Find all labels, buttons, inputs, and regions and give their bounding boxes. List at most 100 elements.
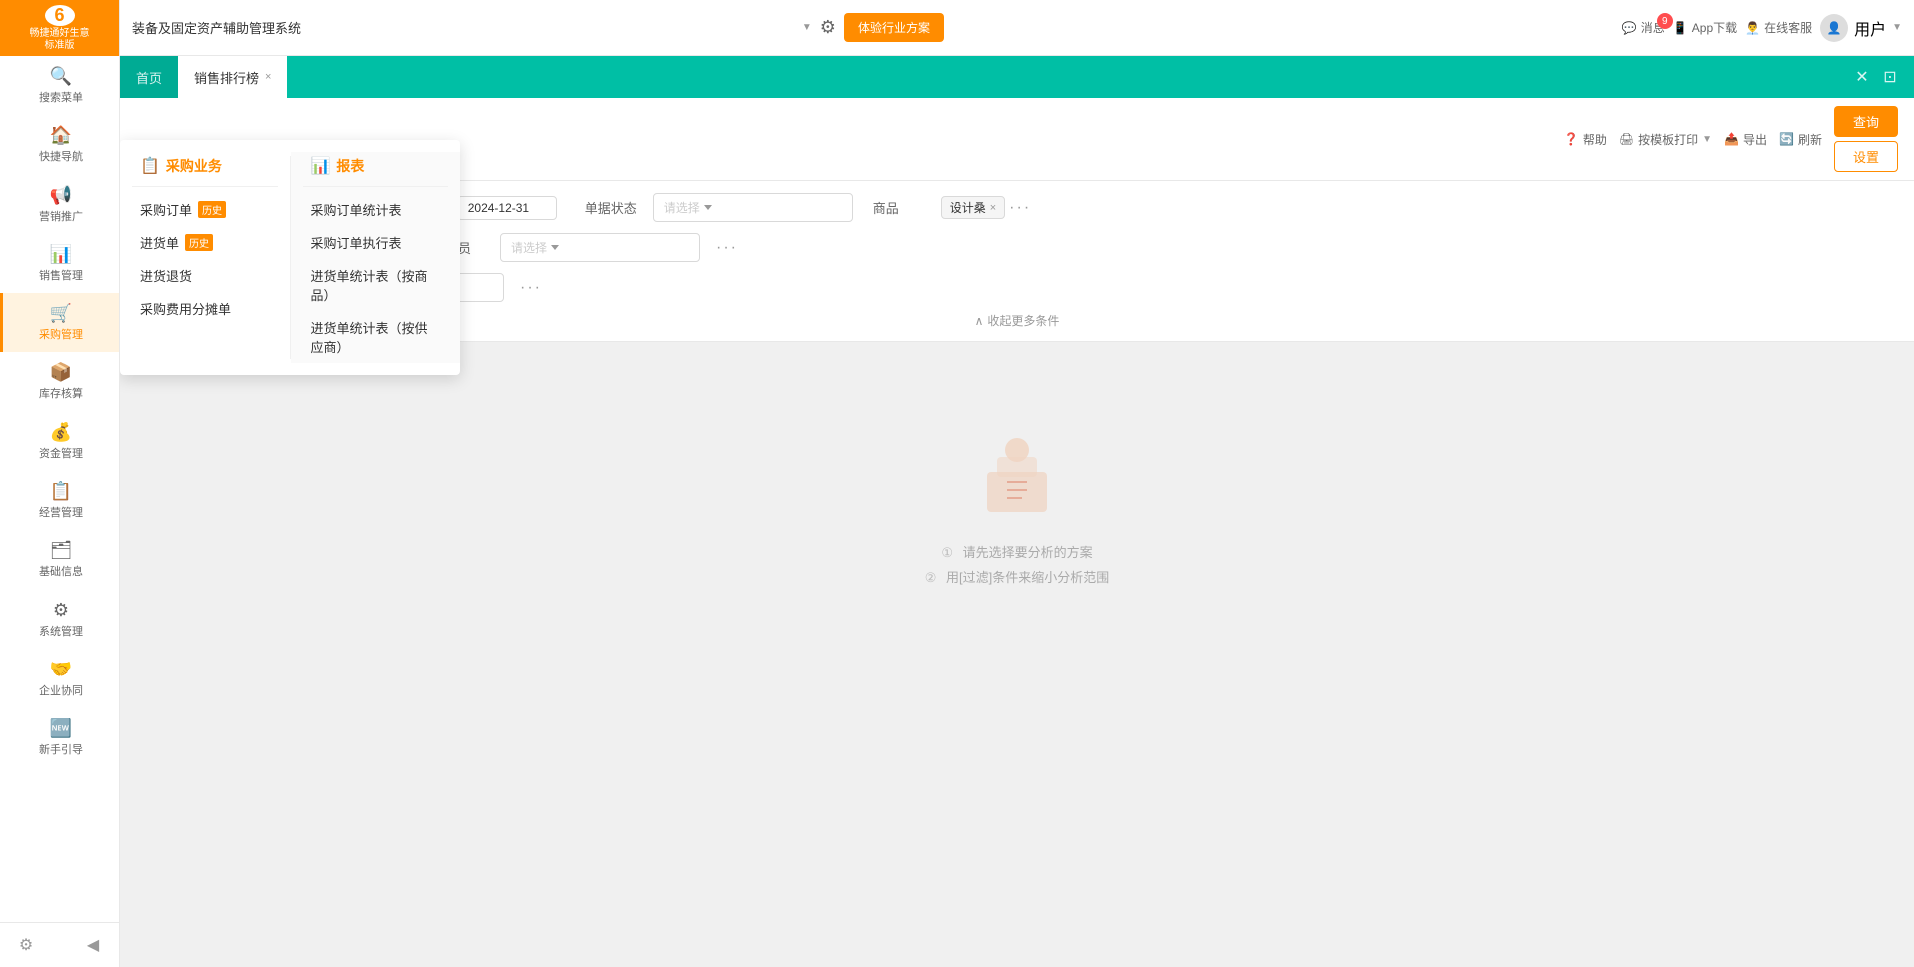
inbound-by-supplier-label: 进货单统计表（按供应商） [311, 318, 441, 356]
main-area: 装备及固定资产辅助管理系统 ▼ ⚙ 体验行业方案 💬 消息 9 📱 App下载 … [120, 0, 1914, 967]
app-icon: 📱 [1673, 21, 1688, 35]
collapse-label: 收起更多条件 [987, 312, 1059, 329]
sidebar-item-label: 系统管理 [39, 625, 83, 639]
sidebar-item-operations[interactable]: 📋 经营管理 [0, 471, 119, 530]
tab-close-icon[interactable]: × [265, 71, 271, 83]
purchase-dropdown-menu: 📋 采购业务 采购订单 历史 进货单 历史 进货退货 采购费用分摊单 [120, 140, 460, 375]
settings-footer-btn[interactable]: ⚙ [12, 931, 40, 959]
help-btn[interactable]: ❓ 帮助 [1564, 131, 1607, 148]
tab-bar-actions: ✕ ⊡ [1838, 56, 1914, 98]
query-btn[interactable]: 查询 [1834, 106, 1898, 137]
refresh-btn[interactable]: 🔄 刷新 [1779, 131, 1822, 148]
tab-sales-rank[interactable]: 销售排行榜 × [178, 56, 287, 98]
msg-badge-count: 9 [1657, 13, 1673, 29]
industry-btn[interactable]: 体验行业方案 [844, 13, 944, 42]
sidebar-footer: ⚙ ◀ [0, 922, 119, 967]
system-title: 装备及固定资产辅助管理系统 [132, 18, 794, 37]
tab-home-label: 首页 [136, 68, 162, 87]
menu-item-purchase-exec[interactable]: 采购订单执行表 [303, 226, 449, 259]
purchase-section: 📋 采购业务 采购订单 历史 进货单 历史 进货退货 采购费用分摊单 [120, 152, 290, 363]
online-service-btn[interactable]: 👨‍💼 在线客服 [1745, 19, 1812, 36]
sidebar-item-label: 搜索菜单 [39, 91, 83, 105]
system-title-arrow[interactable]: ▼ [802, 22, 812, 33]
salesman-placeholder: 请选择 [511, 239, 547, 256]
goods-tag-close[interactable]: × [990, 202, 996, 214]
report-section: 📊 报表 采购订单统计表 采购订单执行表 进货单统计表（按商品） 进货单统计表（… [291, 152, 461, 363]
set-btn[interactable]: 设置 [1834, 141, 1898, 172]
sidebar-item-sales[interactable]: 📊 销售管理 [0, 234, 119, 293]
sidebar-item-search[interactable]: 🔍 搜索菜单 [0, 56, 119, 115]
menu-item-purchase-expense[interactable]: 采购费用分摊单 [132, 292, 278, 325]
sidebar-item-purchase[interactable]: 🛒 采购管理 [0, 293, 119, 352]
salesman-select[interactable]: 请选择 [500, 233, 700, 262]
menu-item-inbound[interactable]: 进货单 历史 [132, 226, 278, 259]
sidebar-item-guide[interactable]: 🆕 新手引导 [0, 708, 119, 767]
menu-item-inbound-by-supplier[interactable]: 进货单统计表（按供应商） [303, 311, 449, 363]
purchase-section-icon: 📋 [140, 156, 160, 176]
help-icon: ❓ [1564, 132, 1579, 146]
goods-more-dots[interactable]: ··· [1009, 199, 1031, 217]
date-to-input[interactable] [457, 196, 557, 220]
config-icon[interactable]: ⚙ [820, 17, 836, 38]
customer-more-dots[interactable]: ··· [520, 279, 542, 297]
tab-home[interactable]: 首页 [120, 56, 178, 98]
top-bar: 装备及固定资产辅助管理系统 ▼ ⚙ 体验行业方案 💬 消息 9 📱 App下载 … [120, 0, 1914, 56]
user-menu[interactable]: 👤 用户 ▼ [1820, 14, 1902, 42]
export-icon: 📤 [1724, 132, 1739, 146]
sidebar-item-label: 快捷导航 [39, 150, 83, 164]
service-label: 在线客服 [1764, 19, 1812, 36]
sidebar-item-inventory[interactable]: 📦 库存核算 [0, 352, 119, 411]
inbound-return-label: 进货退货 [140, 266, 192, 285]
sidebar-item-funds[interactable]: 💰 资金管理 [0, 412, 119, 471]
export-btn[interactable]: 📤 导出 [1724, 131, 1767, 148]
purchase-exec-label: 采购订单执行表 [311, 233, 402, 252]
search-icon: 🔍 [50, 66, 72, 87]
close-tab-btn[interactable]: ✕ [1850, 65, 1874, 89]
sidebar-item-system[interactable]: ⚙ 系统管理 [0, 590, 119, 649]
empty-state: ① 请先选择要分析的方案 ② 用[过滤]条件来缩小分析范围 [120, 342, 1914, 672]
content-area: ❓ 帮助 🖨 按模板打印 ▼ 📤 导出 🔄 刷新 查询 设置 [120, 98, 1914, 967]
home-icon: 🏠 [50, 125, 72, 146]
order-status-select[interactable]: 请选择 [653, 193, 853, 222]
sidebar-logo: 6 畅捷通好生意 标准版 [0, 0, 119, 56]
order-status-arrow [704, 205, 712, 210]
purchase-stat-label: 采购订单统计表 [311, 200, 402, 219]
menu-item-inbound-by-goods[interactable]: 进货单统计表（按商品） [303, 259, 449, 311]
restore-tab-btn[interactable]: ⊡ [1878, 65, 1902, 89]
purchase-expense-label: 采购费用分摊单 [140, 299, 231, 318]
order-status-label: 单据状态 [585, 198, 641, 217]
msg-btn[interactable]: 💬 消息 9 [1622, 19, 1665, 36]
sidebar-item-basic-info[interactable]: 🗂 基础信息 [0, 530, 119, 589]
sidebar-item-label: 企业协同 [39, 684, 83, 698]
collapse-sidebar-btn[interactable]: ◀ [79, 931, 107, 959]
menu-item-inbound-return[interactable]: 进货退货 [132, 259, 278, 292]
enterprise-icon: 🤝 [50, 659, 72, 680]
menu-item-purchase-order[interactable]: 采购订单 历史 [132, 193, 278, 226]
help-label: 帮助 [1583, 131, 1607, 148]
empty-tip-2: ② 用[过滤]条件来缩小分析范围 [925, 567, 1110, 586]
report-section-label: 报表 [336, 156, 364, 176]
user-menu-arrow: ▼ [1892, 22, 1902, 33]
salesman-select-arrow [551, 245, 559, 250]
inbound-label: 进货单 [140, 233, 179, 252]
print-btn[interactable]: 🖨 按模板打印 ▼ [1619, 131, 1712, 148]
logo-icon: 6 [45, 5, 75, 26]
menu-item-purchase-stat[interactable]: 采购订单统计表 [303, 193, 449, 226]
purchase-section-label: 采购业务 [166, 156, 222, 176]
sidebar-item-label: 经营管理 [39, 506, 83, 520]
msg-icon: 💬 [1622, 21, 1637, 35]
app-download-btn[interactable]: 📱 App下载 [1673, 19, 1737, 36]
sidebar-item-enterprise[interactable]: 🤝 企业协同 [0, 649, 119, 708]
sidebar-item-label: 销售管理 [39, 269, 83, 283]
goods-tag[interactable]: 设计桑 × [941, 196, 1005, 219]
empty-tip-1: ① 请先选择要分析的方案 [941, 542, 1092, 561]
report-section-icon: 📊 [311, 156, 331, 176]
print-arrow: ▼ [1702, 134, 1712, 145]
sidebar-item-quick-nav[interactable]: 🏠 快捷导航 [0, 115, 119, 174]
salesman-more-dots[interactable]: ··· [716, 239, 738, 257]
sidebar-item-marketing[interactable]: 📢 营销推广 [0, 175, 119, 234]
inbound-by-goods-label: 进货单统计表（按商品） [311, 266, 441, 304]
operations-icon: 📋 [50, 481, 72, 502]
system-icon: ⚙ [53, 600, 69, 621]
sidebar: 6 畅捷通好生意 标准版 🔍 搜索菜单 🏠 快捷导航 📢 营销推广 📊 销售管理… [0, 0, 120, 967]
